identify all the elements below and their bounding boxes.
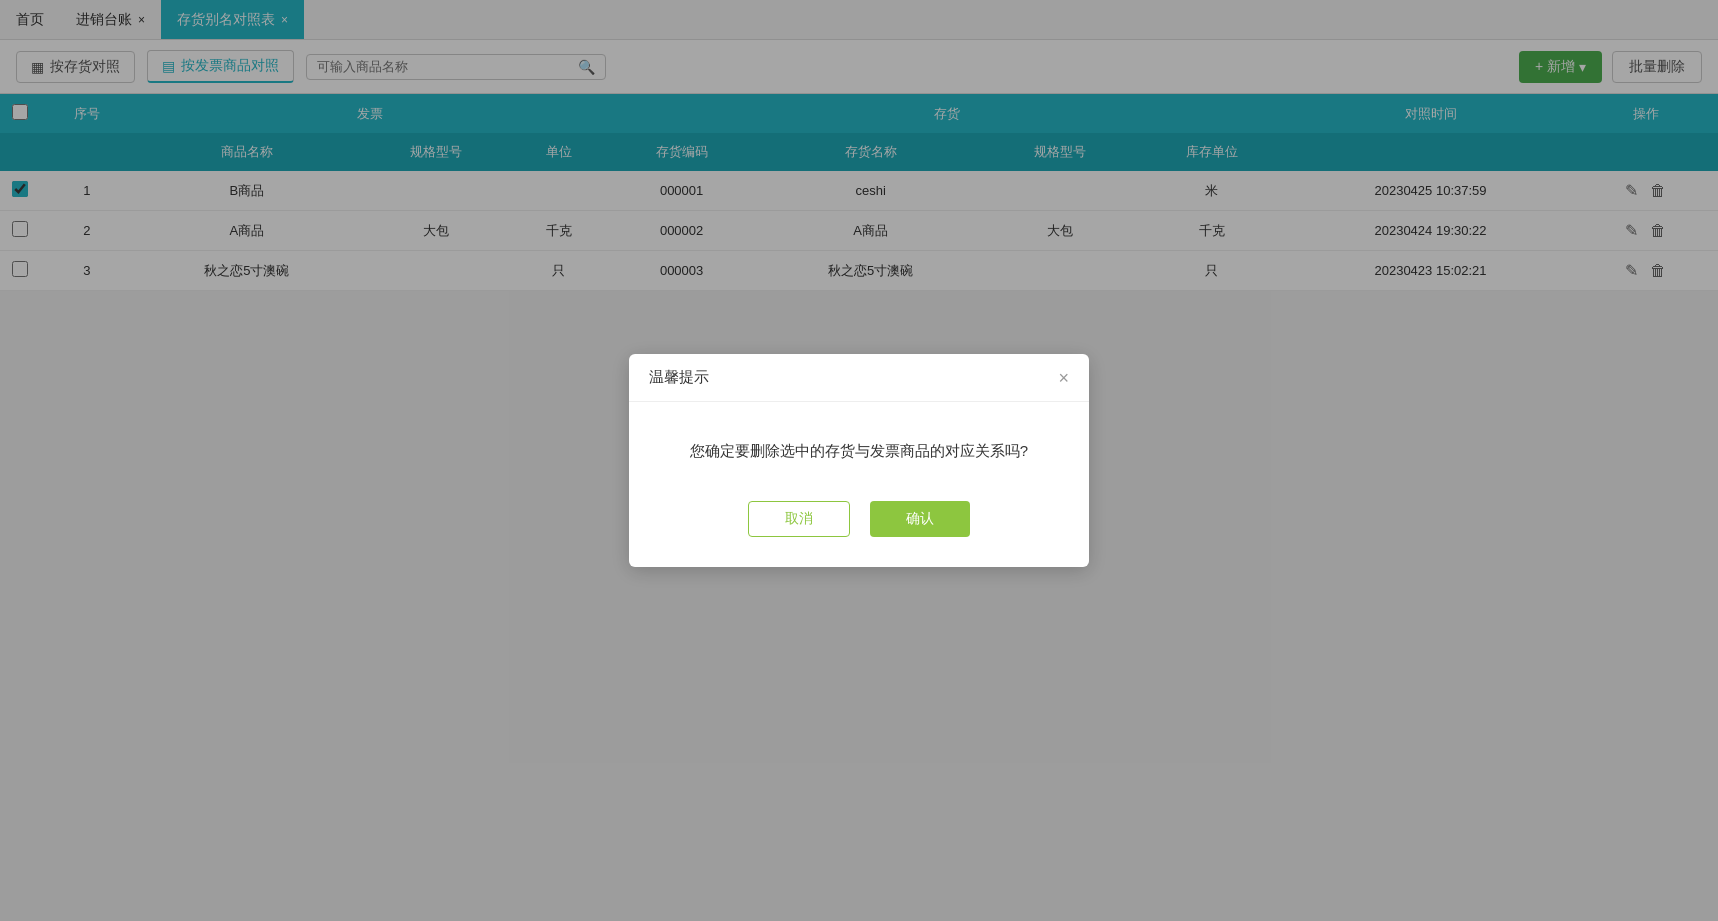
modal-overlay: 温馨提示 × 您确定要删除选中的存货与发票商品的对应关系吗? 取消 确认 [0,0,1718,291]
